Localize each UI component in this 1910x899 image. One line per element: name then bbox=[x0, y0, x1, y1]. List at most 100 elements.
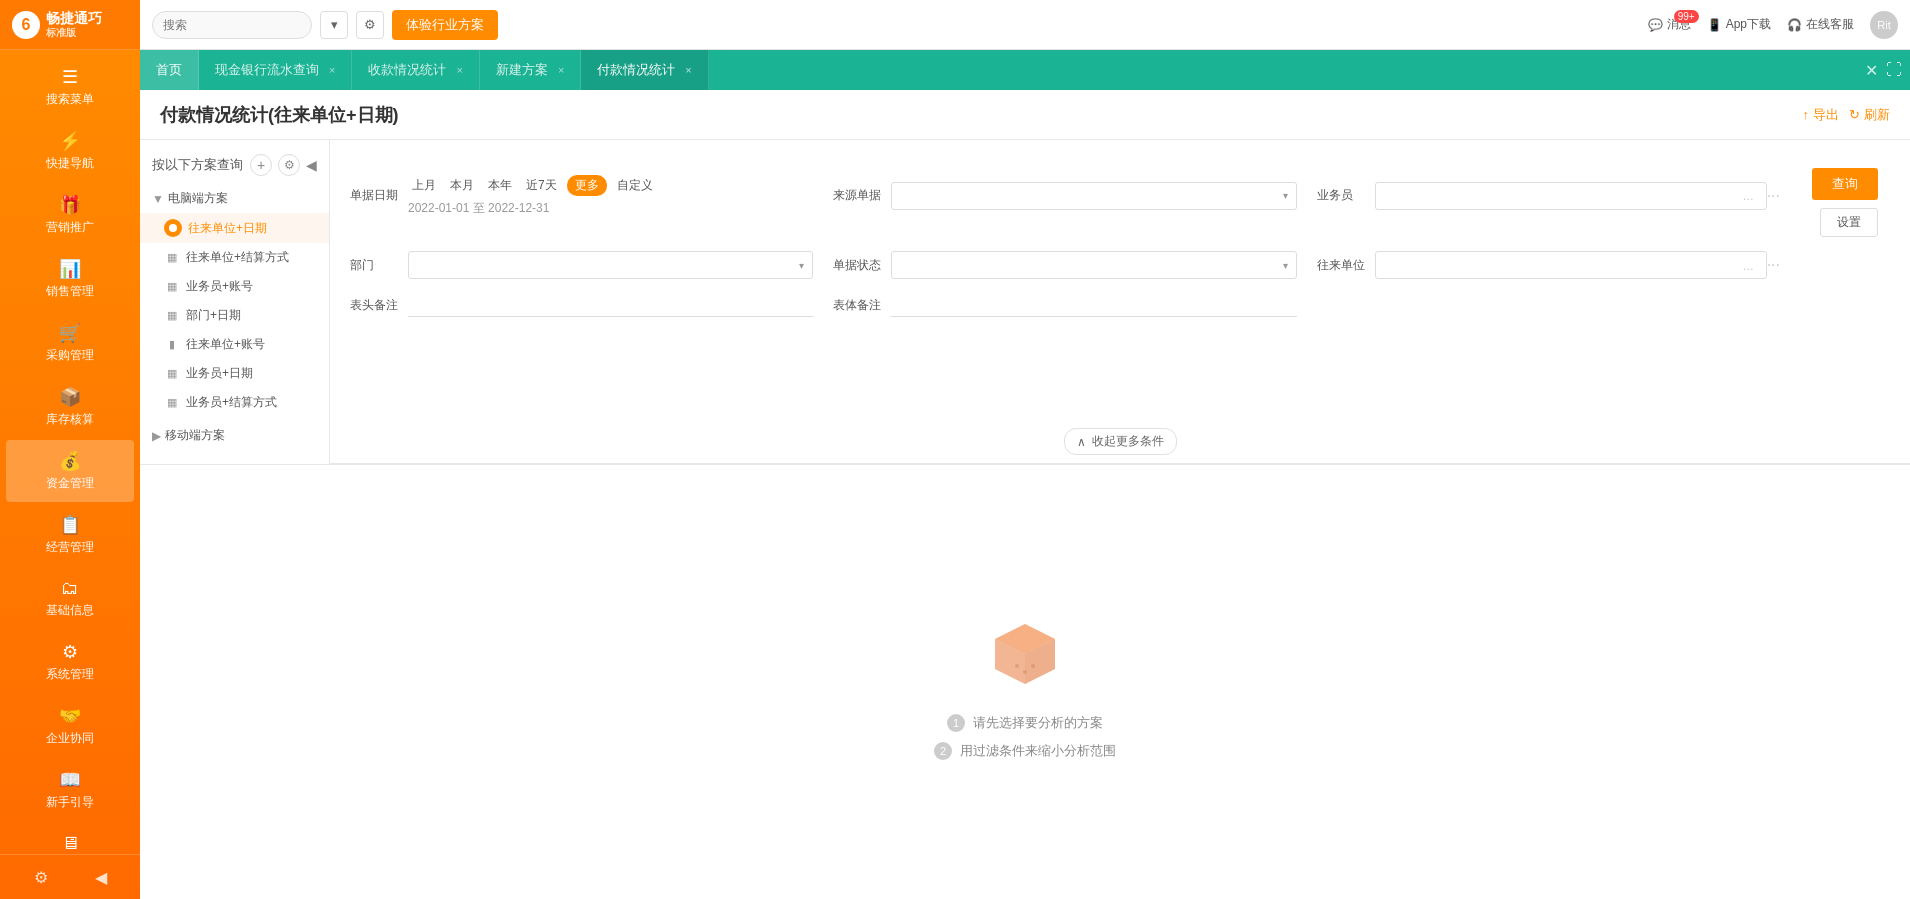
filter-field-date: 单据日期 上月 本月 本年 近7天 更多 自定义 20 bbox=[350, 175, 813, 217]
sidebar-item-basic-info[interactable]: 🗂 基础信息 bbox=[6, 568, 134, 629]
scheme-group-header-desktop[interactable]: ▼ 电脑端方案 bbox=[140, 184, 329, 213]
sidebar-item-sales[interactable]: 📊 销售管理 bbox=[6, 248, 134, 310]
sidebar-item-purchase[interactable]: 🛒 采购管理 bbox=[6, 312, 134, 374]
scheme-item-staff-date[interactable]: ▦ 业务员+日期 bbox=[140, 359, 329, 388]
scheme-item-staff-account[interactable]: ▦ 业务员+账号 bbox=[140, 272, 329, 301]
sidebar-item-operations[interactable]: 📋 经营管理 bbox=[6, 504, 134, 566]
sidebar-item-search-menu[interactable]: ☰ 搜索菜单 bbox=[6, 56, 134, 118]
tab-payment-stats-close[interactable]: × bbox=[685, 64, 691, 76]
tab-new-scheme-label: 新建方案 bbox=[496, 61, 548, 79]
doc-status-select[interactable]: ▾ bbox=[891, 251, 1296, 279]
tab-new-scheme[interactable]: 新建方案 × bbox=[480, 50, 581, 90]
hardware-icon: 🖥 bbox=[61, 833, 79, 854]
dropdown-btn[interactable]: ▾ bbox=[320, 11, 348, 39]
tab-receipt-stats-close[interactable]: × bbox=[456, 64, 462, 76]
sidebar-item-enterprise[interactable]: 🤝 企业协同 bbox=[6, 695, 134, 757]
sidebar-item-system[interactable]: ⚙ 系统管理 bbox=[6, 631, 134, 693]
staff-select[interactable]: ... bbox=[1375, 182, 1767, 210]
app-download-btn[interactable]: 📱 App下载 bbox=[1707, 16, 1771, 33]
date-btn-this-year[interactable]: 本年 bbox=[484, 175, 516, 196]
collapse-btn[interactable]: ∧ 收起更多条件 bbox=[1064, 428, 1177, 455]
empty-svg bbox=[975, 604, 1075, 704]
tab-new-scheme-close[interactable]: × bbox=[558, 64, 564, 76]
dept-select[interactable]: ▾ bbox=[408, 251, 813, 279]
quick-nav-icon: ⚡ bbox=[59, 130, 81, 152]
scheme-header-icons: + ⚙ ◀ bbox=[250, 154, 317, 176]
scheme-item-unit-account[interactable]: ▮ 往来单位+账号 bbox=[140, 330, 329, 359]
svg-point-7 bbox=[1031, 664, 1035, 668]
scheme-item-label: 部门+日期 bbox=[186, 307, 241, 324]
sidebar-item-hardware[interactable]: 🖥 智能硬件 bbox=[6, 823, 134, 854]
search-input[interactable] bbox=[152, 11, 312, 39]
sidebar-item-label: 资金管理 bbox=[46, 475, 94, 492]
filter-row-1: 单据日期 上月 本月 本年 近7天 更多 自定义 20 bbox=[350, 154, 1890, 237]
scheme-item-staff-settle[interactable]: ▦ 业务员+结算方式 bbox=[140, 388, 329, 417]
scheme-add-btn[interactable]: + bbox=[250, 154, 272, 176]
table-header-note-input[interactable] bbox=[408, 293, 813, 317]
tab-home[interactable]: 首页 bbox=[140, 50, 199, 90]
notifications-btn[interactable]: 💬 消息 99+ bbox=[1648, 16, 1691, 33]
sidebar-item-capital[interactable]: 💰 资金管理 bbox=[6, 440, 134, 502]
refresh-btn[interactable]: ↻ 刷新 bbox=[1849, 106, 1890, 124]
export-btn[interactable]: ↑ 导出 bbox=[1803, 106, 1840, 124]
user-avatar[interactable]: Rit bbox=[1870, 11, 1898, 39]
scheme-item-label: 往来单位+日期 bbox=[188, 220, 267, 237]
step-1-num: 1 bbox=[947, 714, 965, 732]
date-btn-7days[interactable]: 近7天 bbox=[522, 175, 561, 196]
gear-btn[interactable]: ⚙ bbox=[356, 11, 384, 39]
sidebar-item-marketing[interactable]: 🎁 营销推广 bbox=[6, 184, 134, 246]
scheme-item-unit-date[interactable]: 往来单位+日期 bbox=[140, 213, 329, 243]
setting-btn[interactable]: 设置 bbox=[1820, 208, 1878, 237]
system-icon: ⚙ bbox=[62, 641, 78, 663]
table-icon: ▦ bbox=[164, 395, 180, 411]
tab-receipt-stats[interactable]: 收款情况统计 × bbox=[352, 50, 479, 90]
query-actions: 查询 设置 bbox=[1800, 154, 1890, 237]
date-btn-custom[interactable]: 自定义 bbox=[613, 175, 657, 196]
source-select[interactable]: ▾ bbox=[891, 182, 1296, 210]
empty-state: 1 请先选择要分析的方案 2 用过滤条件来缩小分析范围 bbox=[140, 465, 1910, 899]
tab-maximize-btn[interactable]: ⛶ bbox=[1886, 61, 1902, 79]
scheme-setting-btn[interactable]: ⚙ bbox=[278, 154, 300, 176]
sidebar-settings-btn[interactable]: ⚙ bbox=[34, 868, 48, 887]
query-btn[interactable]: 查询 bbox=[1812, 168, 1878, 200]
trial-btn[interactable]: 体验行业方案 bbox=[392, 10, 498, 40]
sidebar-logo: 6 畅捷通巧 标准版 bbox=[0, 0, 140, 50]
page-header: 付款情况统计(往来单位+日期) ↑ 导出 ↻ 刷新 bbox=[140, 90, 1910, 140]
partner-select[interactable]: ... bbox=[1375, 251, 1767, 279]
tab-payment-stats-label: 付款情况统计 bbox=[597, 61, 675, 79]
scheme-item-label: 业务员+结算方式 bbox=[186, 394, 277, 411]
active-scheme-icon bbox=[164, 219, 182, 237]
table-body-note-label: 表体备注 bbox=[833, 297, 883, 314]
date-btn-last-month[interactable]: 上月 bbox=[408, 175, 440, 196]
sidebar-item-quick-nav[interactable]: ⚡ 快捷导航 bbox=[6, 120, 134, 182]
scheme-item-unit-settle[interactable]: ▦ 往来单位+结算方式 bbox=[140, 243, 329, 272]
chevron-up-icon: ∧ bbox=[1077, 435, 1086, 449]
svg-point-5 bbox=[1015, 664, 1019, 668]
tab-close-all-btn[interactable]: ✕ bbox=[1865, 61, 1878, 80]
online-service-label: 在线客服 bbox=[1806, 16, 1854, 33]
filter-field-doc-status: 单据状态 ▾ bbox=[833, 251, 1296, 279]
partner-control: ... bbox=[1375, 251, 1767, 279]
scheme-item-dept-date[interactable]: ▦ 部门+日期 bbox=[140, 301, 329, 330]
tab-payment-stats[interactable]: 付款情况统计 × bbox=[581, 50, 708, 90]
filter-field-table-header-note: 表头备注 bbox=[350, 293, 813, 317]
date-btn-this-month[interactable]: 本月 bbox=[446, 175, 478, 196]
chevron-down-icon: ▾ bbox=[1283, 260, 1288, 271]
topbar-left: ▾ ⚙ 体验行业方案 bbox=[152, 10, 1648, 40]
date-btn-more[interactable]: 更多 bbox=[567, 175, 607, 196]
scheme-group-label: 移动端方案 bbox=[165, 427, 225, 444]
filter-field-staff: 业务员 ... ··· bbox=[1317, 182, 1780, 210]
sidebar-item-guide[interactable]: 📖 新手引导 bbox=[6, 759, 134, 821]
online-service-btn[interactable]: 🎧 在线客服 bbox=[1787, 16, 1854, 33]
scheme-collapse-btn[interactable]: ◀ bbox=[306, 157, 317, 173]
table-body-note-input[interactable] bbox=[891, 293, 1296, 317]
tab-bank-flow-close[interactable]: × bbox=[329, 64, 335, 76]
export-icon: ↑ bbox=[1803, 107, 1810, 122]
tab-bank-flow[interactable]: 现金银行流水查询 × bbox=[199, 50, 352, 90]
sidebar-collapse-btn[interactable]: ◀ bbox=[95, 868, 107, 887]
scheme-group-header-mobile[interactable]: ▶ 移动端方案 bbox=[140, 421, 329, 450]
partner-more-btn[interactable]: ··· bbox=[1767, 256, 1780, 274]
service-icon: 🎧 bbox=[1787, 18, 1802, 32]
staff-more-btn[interactable]: ··· bbox=[1767, 187, 1780, 205]
sidebar-item-inventory[interactable]: 📦 库存核算 bbox=[6, 376, 134, 438]
